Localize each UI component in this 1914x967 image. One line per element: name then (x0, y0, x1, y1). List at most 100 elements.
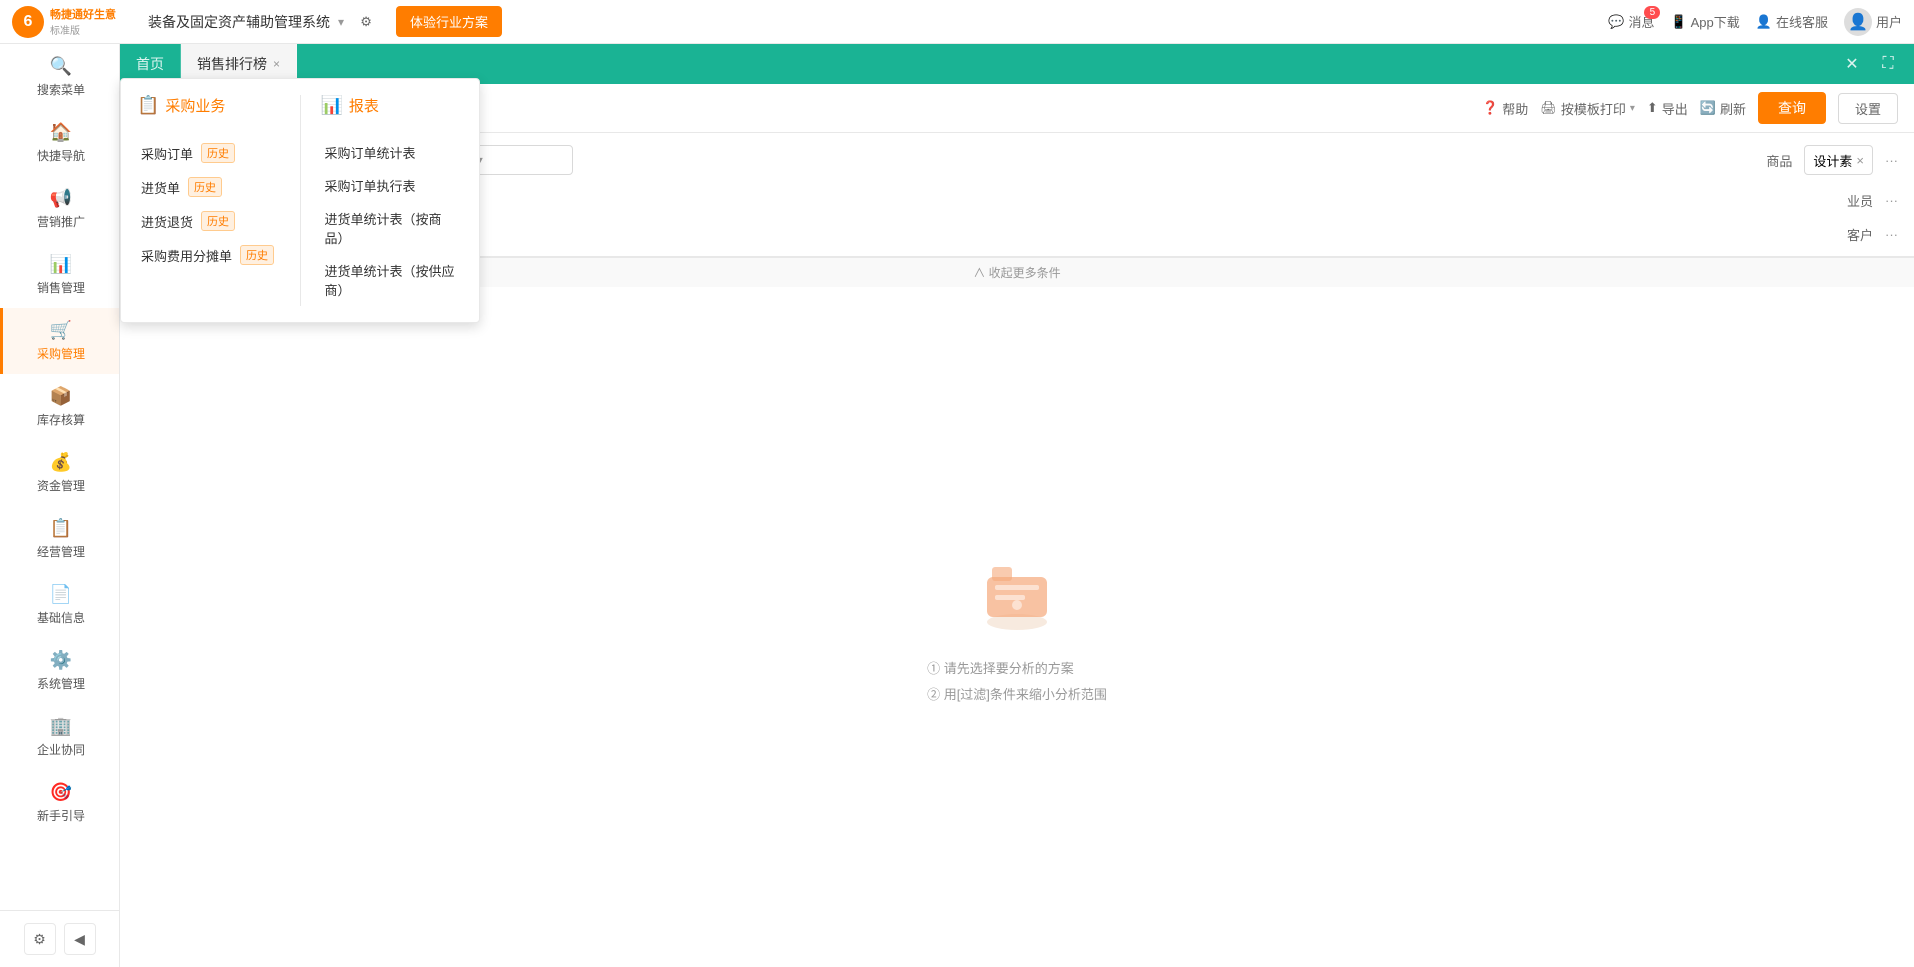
logo-text: 畅捷通好生意 标准版 (50, 6, 116, 37)
export-label: 导出 (1662, 99, 1688, 118)
phone-icon: 📱 (1670, 14, 1686, 30)
menu-item-goods-return[interactable]: 进货退货 历史 (137, 204, 280, 238)
goods-tag: 设计素 × (1804, 145, 1873, 175)
app-download-label: App下载 (1691, 12, 1740, 31)
tab-sales-rank-label: 销售排行榜 (197, 54, 267, 74)
goods-more-btn[interactable]: ··· (1885, 153, 1898, 168)
guide-icon: 🎯 (50, 782, 72, 803)
refresh-btn[interactable]: 🔄 刷新 (1700, 99, 1746, 118)
goods-receipt-history-badge: 历史 (188, 177, 222, 197)
sidebar-item-quick-nav-label: 快捷导航 (37, 147, 85, 164)
sidebar-settings-btn[interactable]: ⚙ (24, 923, 56, 955)
notification-badge: 5 (1644, 6, 1660, 19)
sidebar-item-inventory-label: 库存核算 (37, 411, 85, 428)
finance-icon: 💰 (50, 452, 72, 473)
user-avatar: 👤 (1844, 8, 1872, 36)
report-menu-icon: 📊 (321, 95, 343, 116)
sidebar-item-inventory[interactable]: 📦 库存核算 (0, 374, 119, 440)
purchase-section-label: 采购业务 (165, 95, 225, 116)
industry-btn[interactable]: 体验行业方案 (396, 6, 502, 37)
tab-close-window-btn[interactable]: ✕ (1838, 50, 1866, 78)
refresh-label: 刷新 (1720, 99, 1746, 118)
app-download-btn[interactable]: 📱 App下载 (1670, 12, 1739, 31)
goods-tag-close-btn[interactable]: × (1856, 153, 1864, 168)
print-btn[interactable]: 🖨 按模板打印 ▾ (1540, 99, 1635, 118)
operations-icon: 📋 (50, 518, 72, 539)
sidebar-item-sales[interactable]: 📊 销售管理 (0, 242, 119, 308)
menu-item-goods-stat-product[interactable]: 进货单统计表（按商品） (321, 202, 464, 254)
purchase-order-exec-label: 采购订单执行表 (325, 176, 416, 195)
purchase-order-stat-label: 采购订单统计表 (325, 143, 416, 162)
system-title-area: 装备及固定资产辅助管理系统 ▾ ⚙ 体验行业方案 (148, 6, 1608, 37)
online-service-btn[interactable]: 👤 在线客服 (1756, 12, 1828, 31)
menu-item-purchase-order[interactable]: 采购订单 历史 (137, 136, 280, 170)
salesperson-more-btn[interactable]: ··· (1885, 193, 1898, 208)
sidebar-collapse-btn[interactable]: ◀ (64, 923, 96, 955)
menu-item-purchase-order-exec[interactable]: 采购订单执行表 (321, 169, 464, 202)
system-title-dropdown-icon[interactable]: ▾ (338, 15, 344, 29)
purchase-menu-icon: 📋 (137, 95, 159, 116)
purchase-order-label: 采购订单 (141, 144, 193, 163)
sidebar: 🔍 搜索菜单 🏠 快捷导航 📢 营销推广 📊 销售管理 🛒 采购管理 📦 库存核… (0, 44, 120, 967)
print-icon: 🖨 (1540, 100, 1557, 116)
sidebar-item-sales-label: 销售管理 (37, 279, 85, 296)
sidebar-item-operations[interactable]: 📋 经营管理 (0, 506, 119, 572)
sidebar-item-guide-label: 新手引导 (37, 807, 85, 824)
sidebar-item-enterprise-label: 企业协同 (37, 741, 85, 758)
user-label: 用户 (1876, 12, 1902, 31)
goods-label: 商品 (1766, 151, 1792, 170)
sidebar-item-finance-label: 资金管理 (37, 477, 85, 494)
menu-section-purchase-title: 📋 采购业务 (137, 95, 280, 124)
menu-section-report-title: 📊 报表 (321, 95, 464, 124)
purchase-expense-label: 采购费用分摊单 (141, 246, 232, 265)
tab-close-btn[interactable]: × (273, 57, 280, 71)
export-btn[interactable]: ⬆ 导出 (1647, 99, 1688, 118)
sidebar-item-marketing[interactable]: 📢 营销推广 (0, 176, 119, 242)
sidebar-item-purchase[interactable]: 🛒 采购管理 (0, 308, 119, 374)
system-title-text: 装备及固定资产辅助管理系统 (148, 12, 330, 32)
sidebar-item-finance[interactable]: 💰 资金管理 (0, 440, 119, 506)
customer-label: 客户 (1847, 225, 1873, 244)
empty-area: ① 请先选择要分析的方案 ② 用[过滤]条件来缩小分析范围 (120, 287, 1914, 967)
purchase-icon: 🛒 (50, 320, 72, 341)
menu-item-goods-receipt[interactable]: 进货单 历史 (137, 170, 280, 204)
purchase-expense-history-badge: 历史 (240, 245, 274, 265)
sidebar-item-guide[interactable]: 🎯 新手引导 (0, 770, 119, 836)
search-icon: 🔍 (50, 56, 72, 77)
salesperson-label: 业员 (1847, 191, 1873, 210)
tab-maximize-btn[interactable]: ⛶ (1874, 50, 1902, 78)
help-label: 帮助 (1502, 99, 1528, 118)
print-dropdown-icon[interactable]: ▾ (1630, 103, 1635, 114)
customer-more-btn[interactable]: ··· (1885, 227, 1898, 242)
message-icon: 💬 (1608, 14, 1624, 30)
empty-text: ① 请先选择要分析的方案 ② 用[过滤]条件来缩小分析范围 (927, 656, 1107, 708)
sidebar-item-basic-info[interactable]: 📄 基础信息 (0, 572, 119, 638)
refresh-icon: 🔄 (1700, 100, 1716, 116)
tab-bar-actions: ✕ ⛶ (1838, 50, 1914, 78)
top-bar: 6 畅捷通好生意 标准版 装备及固定资产辅助管理系统 ▾ ⚙ 体验行业方案 💬 … (0, 0, 1914, 44)
report-section-label: 报表 (349, 95, 379, 116)
message-btn[interactable]: 💬 消息 5 (1608, 12, 1654, 31)
collapse-icon: ∧ (973, 266, 985, 280)
purchase-order-history-badge: 历史 (201, 143, 235, 163)
sidebar-item-quick-nav[interactable]: 🏠 快捷导航 (0, 110, 119, 176)
query-btn[interactable]: 查询 (1758, 92, 1826, 124)
settings-icon-btn[interactable]: ⚙ (352, 8, 380, 36)
sidebar-item-search[interactable]: 🔍 搜索菜单 (0, 44, 119, 110)
setting-btn[interactable]: 设置 (1838, 93, 1898, 124)
sidebar-item-system[interactable]: ⚙️ 系统管理 (0, 638, 119, 704)
export-icon: ⬆ (1647, 100, 1658, 116)
sidebar-item-search-label: 搜索菜单 (37, 81, 85, 98)
sidebar-item-system-label: 系统管理 (37, 675, 85, 692)
system-icon: ⚙️ (50, 650, 72, 671)
sidebar-item-enterprise[interactable]: 🏢 企业协同 (0, 704, 119, 770)
logo-area: 6 畅捷通好生意 标准版 (12, 6, 132, 38)
help-btn[interactable]: ❓ 帮助 (1482, 99, 1528, 118)
user-btn[interactable]: 👤 用户 (1844, 8, 1902, 36)
sidebar-item-operations-label: 经营管理 (37, 543, 85, 560)
menu-item-goods-stat-supplier[interactable]: 进货单统计表（按供应商） (321, 254, 464, 306)
sidebar-item-basic-info-label: 基础信息 (37, 609, 85, 626)
menu-item-purchase-order-stat[interactable]: 采购订单统计表 (321, 136, 464, 169)
marketing-icon: 📢 (50, 188, 72, 209)
menu-item-purchase-expense[interactable]: 采购费用分摊单 历史 (137, 238, 280, 272)
